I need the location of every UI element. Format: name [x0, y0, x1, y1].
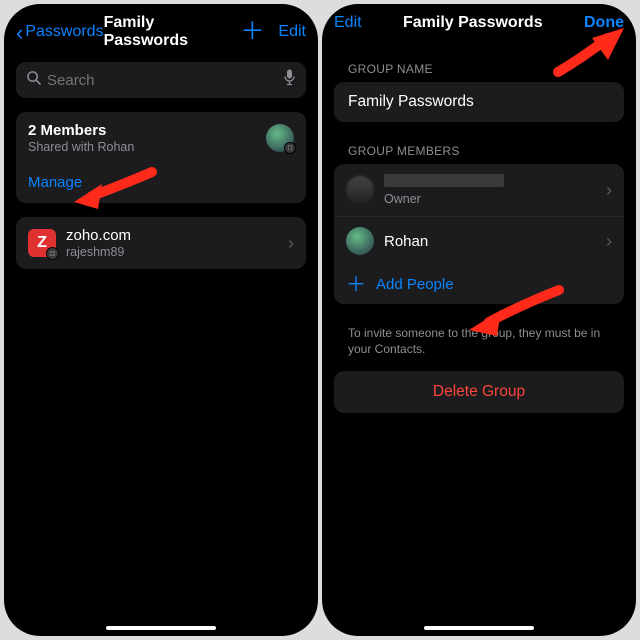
avatar: ∷	[266, 124, 294, 152]
member-row[interactable]: Rohan ›	[334, 216, 624, 265]
chevron-right-icon: ›	[288, 233, 294, 254]
edit-button[interactable]: Edit	[278, 23, 306, 41]
group-members-header: GROUP MEMBERS	[334, 126, 624, 164]
favicon-letter: Z	[37, 234, 47, 252]
members-row[interactable]: 2 Members Shared with Rohan ∷	[16, 112, 306, 164]
search-icon	[26, 70, 41, 90]
chevron-left-icon: ‹	[16, 26, 23, 40]
site-domain: zoho.com	[66, 227, 278, 244]
add-people-label: Add People	[376, 276, 454, 293]
site-card: Z ∷ zoho.com rajeshm89 ›	[16, 217, 306, 269]
search-input[interactable]	[47, 72, 277, 89]
hint-text: To invite someone to the group, they mus…	[334, 318, 624, 371]
site-user: rajeshm89	[66, 245, 278, 259]
mic-icon[interactable]	[283, 69, 296, 91]
site-row[interactable]: Z ∷ zoho.com rajeshm89 ›	[16, 217, 306, 269]
members-list: . Owner › Rohan › ＋ Add People	[334, 164, 624, 304]
members-card: 2 Members Shared with Rohan ∷ Manage	[16, 112, 306, 203]
group-name-field[interactable]	[334, 82, 624, 122]
delete-group-button[interactable]: Delete Group	[334, 371, 624, 413]
back-label: Passwords	[25, 23, 103, 41]
edit-button[interactable]: Edit	[334, 14, 362, 32]
avatar	[346, 176, 374, 204]
member-row-owner[interactable]: . Owner ›	[334, 164, 624, 216]
plus-icon: ＋	[346, 278, 364, 292]
chevron-right-icon: ›	[606, 180, 612, 201]
done-button[interactable]: Done	[584, 14, 624, 32]
avatar	[346, 227, 374, 255]
group-badge-icon: ∷	[284, 142, 296, 154]
group-name-input[interactable]	[348, 93, 610, 111]
members-subtitle: Shared with Rohan	[28, 140, 256, 154]
home-indicator	[106, 626, 216, 630]
manage-button[interactable]: Manage	[16, 164, 306, 203]
chevron-right-icon: ›	[606, 231, 612, 252]
member-role: Owner	[384, 192, 596, 206]
add-people-button[interactable]: ＋ Add People	[334, 265, 624, 304]
nav-bar: ‹ Passwords Family Passwords ＋ Edit	[4, 4, 318, 56]
back-button[interactable]: ‹ Passwords	[16, 23, 104, 41]
member-name: Rohan	[384, 233, 596, 250]
site-favicon: Z ∷	[28, 229, 56, 257]
members-title: 2 Members	[28, 122, 256, 139]
page-title: Family Passwords	[403, 14, 543, 32]
nav-bar: Edit Family Passwords Done	[322, 4, 636, 38]
shared-badge-icon: ∷	[46, 247, 59, 260]
search-field[interactable]	[16, 62, 306, 98]
page-title: Family Passwords	[104, 14, 241, 50]
add-button[interactable]: ＋	[240, 23, 264, 41]
group-name-header: GROUP NAME	[334, 44, 624, 82]
left-screenshot: ‹ Passwords Family Passwords ＋ Edit 2 Me…	[4, 4, 318, 636]
right-screenshot: Edit Family Passwords Done GROUP NAME GR…	[322, 4, 636, 636]
home-indicator	[424, 626, 534, 630]
member-name-obscured: .	[384, 174, 596, 191]
